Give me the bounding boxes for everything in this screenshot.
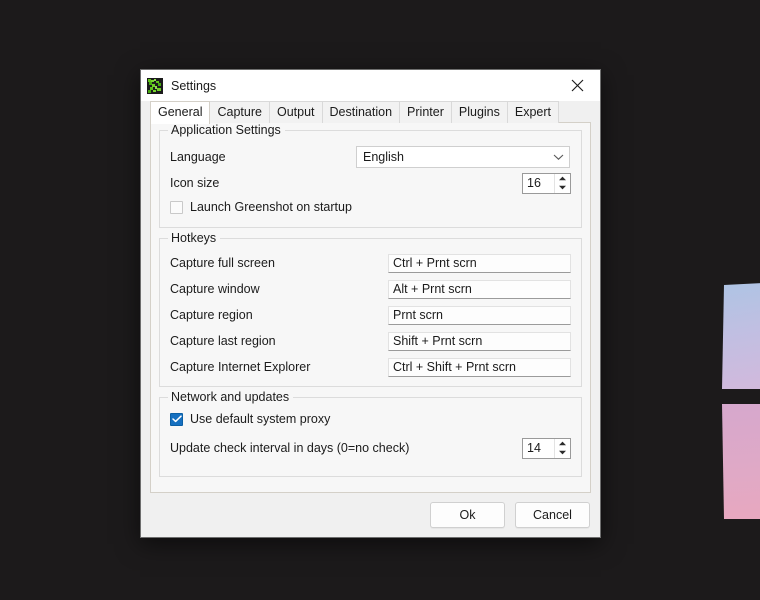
title-bar[interactable]: Settings: [141, 70, 600, 101]
stepper-down-icon[interactable]: [555, 183, 570, 193]
use-default-system-proxy-checkbox[interactable]: [170, 413, 183, 426]
application-settings-title: Application Settings: [168, 124, 285, 137]
hotkey-input-internet-explorer[interactable]: Ctrl + Shift + Prnt scrn: [388, 358, 571, 377]
settings-dialog: Settings General Capture Output Destinat…: [140, 69, 601, 538]
desktop-accent-panel-top: [722, 283, 760, 389]
hotkeys-group: Hotkeys Capture full screen Ctrl + Prnt …: [159, 238, 582, 387]
icon-size-stepper-arrows: [554, 174, 570, 193]
language-label: Language: [170, 150, 356, 164]
hotkey-input-region[interactable]: Prnt scrn: [388, 306, 571, 325]
icon-size-value: 16: [523, 174, 554, 193]
desktop-accent-panel-bottom: [722, 404, 760, 519]
language-select[interactable]: English: [356, 146, 570, 168]
hotkey-input-window[interactable]: Alt + Prnt scrn: [388, 280, 571, 299]
hotkey-label-region: Capture region: [170, 308, 388, 322]
hotkey-label-internet-explorer: Capture Internet Explorer: [170, 360, 388, 374]
ok-button[interactable]: Ok: [430, 502, 505, 528]
use-default-system-proxy-row[interactable]: Use default system proxy: [170, 408, 571, 430]
hotkey-label-full-screen: Capture full screen: [170, 256, 388, 270]
hotkeys-title: Hotkeys: [168, 232, 220, 245]
tab-destination[interactable]: Destination: [322, 101, 401, 123]
hotkey-label-last-region: Capture last region: [170, 334, 388, 348]
update-check-interval-stepper-arrows: [554, 439, 570, 458]
tab-general[interactable]: General: [150, 101, 210, 124]
tab-plugins[interactable]: Plugins: [451, 101, 508, 123]
application-settings-group: Application Settings Language English Ic…: [159, 130, 582, 228]
tab-capture[interactable]: Capture: [209, 101, 269, 123]
language-row: Language English: [170, 144, 571, 170]
hotkey-row: Capture window Alt + Prnt scrn: [170, 276, 571, 302]
hotkey-row: Capture full screen Ctrl + Prnt scrn: [170, 250, 571, 276]
window-title: Settings: [171, 79, 216, 93]
hotkey-label-window: Capture window: [170, 282, 388, 296]
hotkey-row: Capture Internet Explorer Ctrl + Shift +…: [170, 354, 571, 380]
general-tab-page: Application Settings Language English Ic…: [150, 123, 591, 493]
update-check-interval-value: 14: [523, 439, 554, 458]
tab-printer[interactable]: Printer: [399, 101, 452, 123]
icon-size-stepper[interactable]: 16: [522, 173, 571, 194]
tab-strip: General Capture Output Destination Print…: [141, 101, 600, 123]
tab-output[interactable]: Output: [269, 101, 323, 123]
greenshot-app-icon: [147, 78, 163, 94]
launch-on-startup-checkbox[interactable]: [170, 201, 183, 214]
dialog-button-bar: Ok Cancel: [141, 493, 600, 537]
icon-size-row: Icon size 16: [170, 170, 571, 196]
hotkey-input-last-region[interactable]: Shift + Prnt scrn: [388, 332, 571, 351]
icon-size-label: Icon size: [170, 176, 219, 190]
launch-on-startup-label: Launch Greenshot on startup: [190, 200, 352, 214]
language-value: English: [363, 150, 553, 164]
update-check-interval-label: Update check interval in days (0=no chec…: [170, 441, 409, 455]
tab-expert[interactable]: Expert: [507, 101, 559, 123]
cancel-button[interactable]: Cancel: [515, 502, 590, 528]
hotkey-row: Capture region Prnt scrn: [170, 302, 571, 328]
network-and-updates-group: Network and updates Use default system p…: [159, 397, 582, 477]
chevron-down-icon: [553, 148, 564, 166]
use-default-system-proxy-label: Use default system proxy: [190, 412, 330, 426]
stepper-up-icon[interactable]: [555, 174, 570, 184]
stepper-up-icon[interactable]: [555, 439, 570, 449]
close-icon[interactable]: [555, 70, 600, 101]
update-check-interval-row: Update check interval in days (0=no chec…: [170, 434, 571, 462]
launch-on-startup-row[interactable]: Launch Greenshot on startup: [170, 196, 571, 218]
network-and-updates-title: Network and updates: [168, 391, 293, 404]
update-check-interval-stepper[interactable]: 14: [522, 438, 571, 459]
hotkey-input-full-screen[interactable]: Ctrl + Prnt scrn: [388, 254, 571, 273]
stepper-down-icon[interactable]: [555, 448, 570, 458]
hotkey-row: Capture last region Shift + Prnt scrn: [170, 328, 571, 354]
